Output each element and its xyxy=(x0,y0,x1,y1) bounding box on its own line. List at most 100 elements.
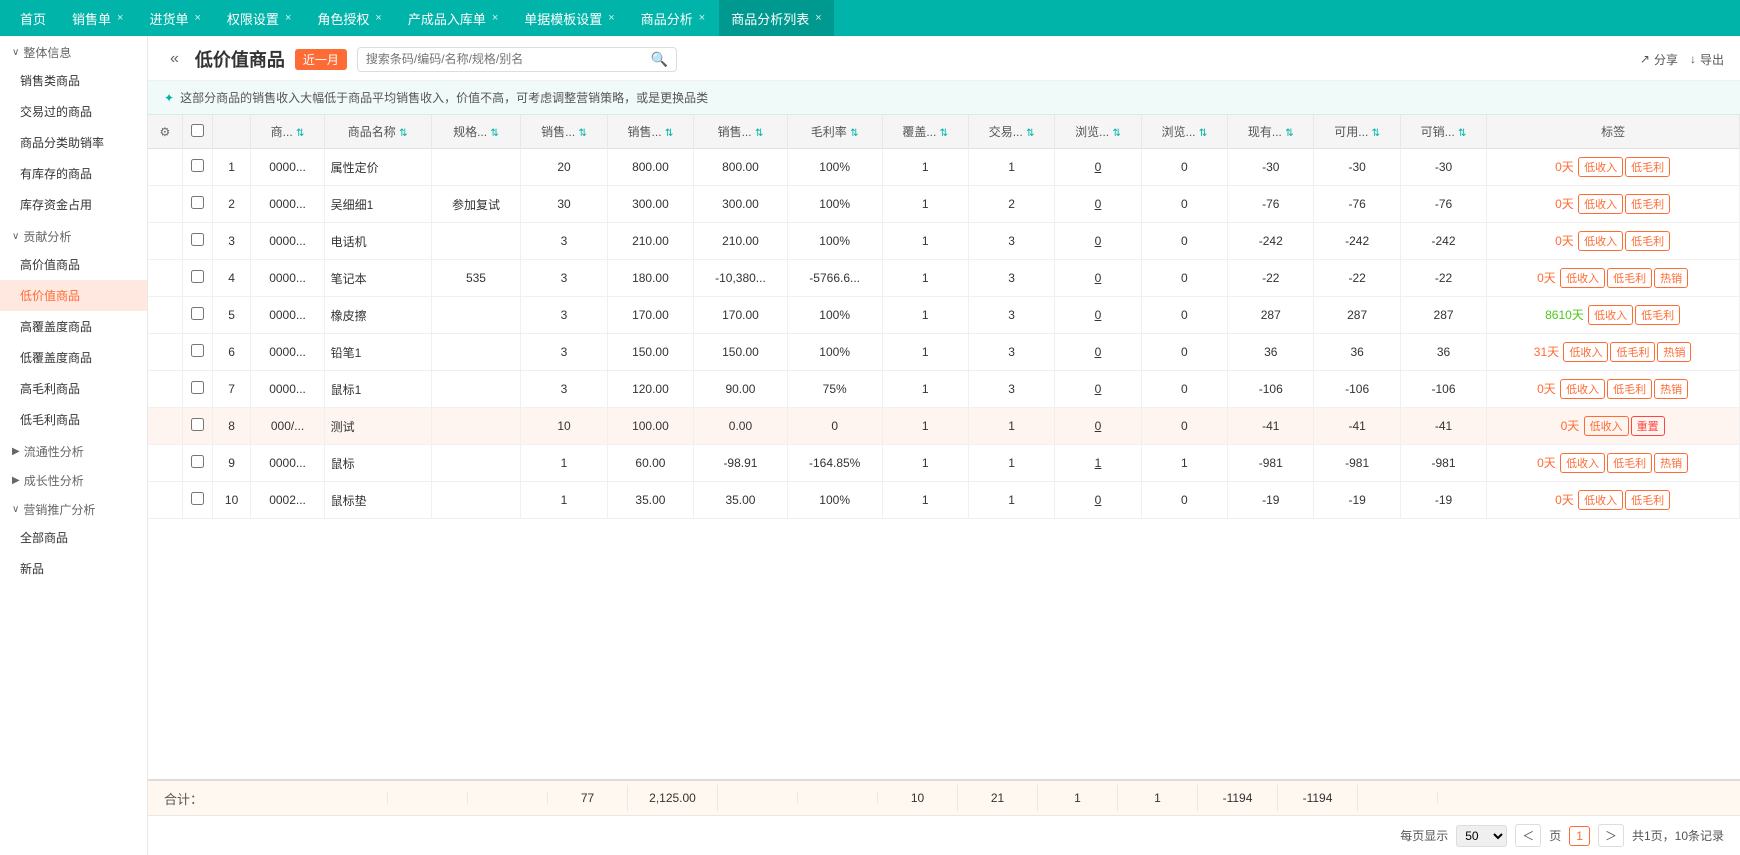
sidebar-item-低覆盖度商品[interactable]: 低覆盖度商品 xyxy=(0,342,147,373)
nav-close-icon[interactable]: × xyxy=(699,12,705,24)
row-checkbox[interactable] xyxy=(191,492,204,505)
sidebar-group-营销推广分析[interactable]: ∨ 营销推广分析 xyxy=(0,493,147,522)
sidebar-item-全部商品[interactable]: 全部商品 xyxy=(0,522,147,553)
col-sales-qty[interactable]: 销售... ⇅ xyxy=(521,115,607,149)
sidebar-item-高覆盖度商品[interactable]: 高覆盖度商品 xyxy=(0,311,147,342)
sidebar-item-有库存的商品[interactable]: 有库存的商品 xyxy=(0,158,147,189)
nav-item-权限设置[interactable]: 权限设置× xyxy=(215,0,303,36)
sidebar-item-低价值商品[interactable]: 低价值商品 xyxy=(0,280,147,311)
share-button[interactable]: ↗ 分享 xyxy=(1640,51,1678,68)
sidebar-group-整体信息[interactable]: ∨ 整体信息 xyxy=(0,36,147,65)
sidebar-group-流通性分析[interactable]: ▶ 流通性分析 xyxy=(0,435,147,464)
nav-close-icon[interactable]: × xyxy=(815,12,821,24)
table-row: 4 0000... 笔记本 535 3 180.00 -10,380... -5… xyxy=(148,260,1740,297)
search-icon[interactable]: 🔍 xyxy=(650,51,667,68)
cell-spec xyxy=(431,445,521,482)
sidebar-item-高价值商品[interactable]: 高价值商品 xyxy=(0,249,147,280)
col-sellable[interactable]: 可销... ⇅ xyxy=(1400,115,1486,149)
col-sales-avg[interactable]: 销售... ⇅ xyxy=(694,115,788,149)
col-name[interactable]: 商品名称 ⇅ xyxy=(324,115,431,149)
col-sales-amt[interactable]: 销售... ⇅ xyxy=(607,115,693,149)
nav-item-商品分析[interactable]: 商品分析× xyxy=(629,0,717,36)
cell-coverage: 1 xyxy=(882,149,968,186)
days-label: 0天 xyxy=(1537,456,1556,470)
col-browse1[interactable]: 浏览... ⇅ xyxy=(1055,115,1141,149)
search-input[interactable] xyxy=(366,52,645,66)
col-browse2[interactable]: 浏览... ⇅ xyxy=(1141,115,1227,149)
row-checkbox[interactable] xyxy=(191,344,204,357)
sidebar-item-新品[interactable]: 新品 xyxy=(0,553,147,584)
nav-close-icon[interactable]: × xyxy=(492,12,498,24)
row-checkbox[interactable] xyxy=(191,418,204,431)
row-checkbox[interactable] xyxy=(191,381,204,394)
cell-checkbox[interactable] xyxy=(182,371,212,408)
row-checkbox[interactable] xyxy=(191,159,204,172)
row-checkbox[interactable] xyxy=(191,196,204,209)
page-size-select[interactable]: 50 100 200 xyxy=(1456,825,1507,847)
col-coverage[interactable]: 覆盖... ⇅ xyxy=(882,115,968,149)
nav-close-icon[interactable]: × xyxy=(375,12,381,24)
nav-item-角色授权[interactable]: 角色授权× xyxy=(305,0,393,36)
nav-close-icon[interactable]: × xyxy=(608,12,614,24)
col-spec[interactable]: 规格... ⇅ xyxy=(431,115,521,149)
cell-checkbox[interactable] xyxy=(182,149,212,186)
nav-item-进货单[interactable]: 进货单× xyxy=(137,0,212,36)
cell-current: 287 xyxy=(1228,297,1314,334)
cell-checkbox[interactable] xyxy=(182,408,212,445)
sidebar-item-低毛利商品[interactable]: 低毛利商品 xyxy=(0,404,147,435)
next-page-button[interactable]: ＞ xyxy=(1598,824,1624,847)
data-table: ⚙ 商... ⇅ 商品名称 ⇅ 规格... ⇅ 销售... ⇅ 销售... ⇅ … xyxy=(148,115,1740,519)
cell-checkbox[interactable] xyxy=(182,482,212,519)
col-current[interactable]: 现有... ⇅ xyxy=(1228,115,1314,149)
nav-item-商品分析列表[interactable]: 商品分析列表× xyxy=(719,0,833,36)
prev-page-button[interactable]: ＜ xyxy=(1515,824,1541,847)
filter-tag[interactable]: 近一月 xyxy=(295,49,347,70)
sidebar-group-贡献分析[interactable]: ∨ 贡献分析 xyxy=(0,220,147,249)
cell-checkbox[interactable] xyxy=(182,445,212,482)
sidebar-item-库存资金占用[interactable]: 库存资金占用 xyxy=(0,189,147,220)
collapse-sidebar-btn[interactable]: « xyxy=(164,48,185,70)
sidebar-item-交易过的商品[interactable]: 交易过的商品 xyxy=(0,96,147,127)
sidebar-item-销售类商品[interactable]: 销售类商品 xyxy=(0,65,147,96)
cell-checkbox[interactable] xyxy=(182,334,212,371)
nav-close-icon[interactable]: × xyxy=(194,12,200,24)
col-trade[interactable]: 交易... ⇅ xyxy=(968,115,1054,149)
tag-热销: 热销 xyxy=(1654,268,1688,288)
col-code[interactable]: 商... ⇅ xyxy=(251,115,324,149)
cell-seq: 4 xyxy=(212,260,251,297)
cell-checkbox[interactable] xyxy=(182,223,212,260)
select-all-checkbox[interactable] xyxy=(191,124,204,137)
cell-spec: 535 xyxy=(431,260,521,297)
cell-spec xyxy=(431,371,521,408)
export-button[interactable]: ↓ 导出 xyxy=(1690,51,1724,68)
row-checkbox[interactable] xyxy=(191,233,204,246)
row-checkbox[interactable] xyxy=(191,455,204,468)
footer-empty1 xyxy=(308,792,388,804)
cell-checkbox[interactable] xyxy=(182,260,212,297)
cell-spec xyxy=(431,149,521,186)
sidebar-group-成长性分析[interactable]: ▶ 成长性分析 xyxy=(0,464,147,493)
cell-checkbox[interactable] xyxy=(182,186,212,223)
col-margin[interactable]: 毛利率 ⇅ xyxy=(787,115,882,149)
cell-sales-amt: 150.00 xyxy=(607,334,693,371)
nav-item-首页[interactable]: 首页 xyxy=(8,0,58,36)
table-header: ⚙ 商... ⇅ 商品名称 ⇅ 规格... ⇅ 销售... ⇅ 销售... ⇅ … xyxy=(148,115,1740,149)
cell-name: 笔记本 xyxy=(324,260,431,297)
nav-item-销售单[interactable]: 销售单× xyxy=(60,0,135,36)
nav-close-icon[interactable]: × xyxy=(117,12,123,24)
col-checkbox[interactable] xyxy=(182,115,212,149)
sidebar-item-高毛利商品[interactable]: 高毛利商品 xyxy=(0,373,147,404)
nav-close-icon[interactable]: × xyxy=(285,12,291,24)
col-available[interactable]: 可用... ⇅ xyxy=(1314,115,1400,149)
nav-item-单据模板设置[interactable]: 单据模板设置× xyxy=(512,0,626,36)
row-checkbox[interactable] xyxy=(191,307,204,320)
nav-item-产成品入库单[interactable]: 产成品入库单× xyxy=(396,0,510,36)
days-label: 8610天 xyxy=(1545,308,1584,322)
cell-checkbox[interactable] xyxy=(182,297,212,334)
tag-低收入: 低收入 xyxy=(1578,157,1623,177)
footer-browse2: 1 xyxy=(1118,785,1198,811)
col-settings[interactable]: ⚙ xyxy=(148,115,182,149)
sidebar-item-商品分类助销率[interactable]: 商品分类助销率 xyxy=(0,127,147,158)
row-checkbox[interactable] xyxy=(191,270,204,283)
current-page[interactable]: 1 xyxy=(1569,826,1590,846)
